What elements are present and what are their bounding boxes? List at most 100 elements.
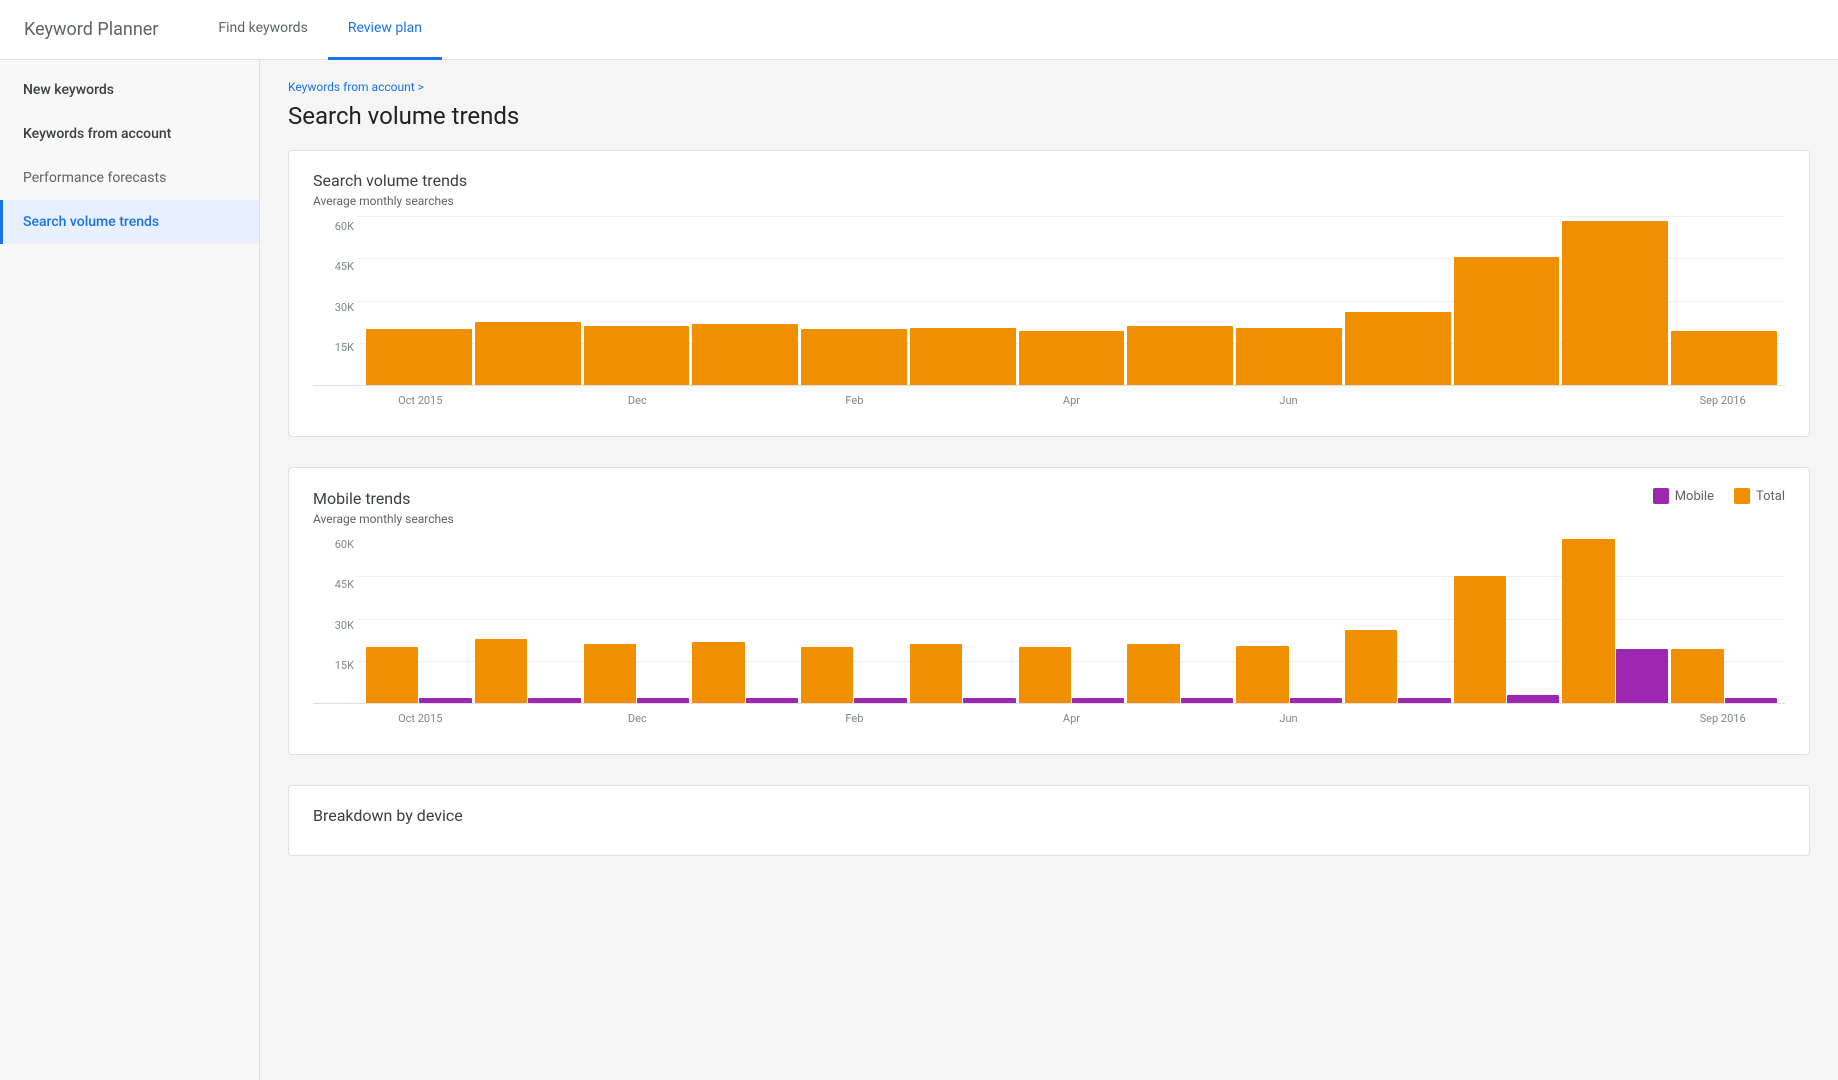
sidebar-item-keywords-from-account[interactable]: Keywords from account <box>0 112 259 156</box>
bar-group-7 <box>1127 216 1233 385</box>
mobile-y-label-45k: 45K <box>318 578 354 591</box>
sidebar-item-new-keywords[interactable]: New keywords <box>0 68 259 112</box>
mobile-bar-pair-12 <box>1671 534 1777 703</box>
mobile-x-blank1 <box>475 712 584 725</box>
mobile-x-jun: Jun <box>1234 712 1343 725</box>
mobile-bar-group-6 <box>1019 534 1125 703</box>
bar-group-2 <box>584 216 690 385</box>
mobile-y-label-30k: 30K <box>318 619 354 632</box>
mobile-bar-orange-0 <box>366 647 418 703</box>
mobile-x-blank7 <box>1560 712 1669 725</box>
mobile-bar-orange-10 <box>1454 576 1506 703</box>
mobile-x-blank3 <box>909 712 1018 725</box>
bar-7 <box>1127 326 1233 385</box>
tab-find-keywords[interactable]: Find keywords <box>198 0 327 60</box>
mobile-bar-purple-11 <box>1616 649 1668 703</box>
mobile-bar-pair-6 <box>1019 534 1125 703</box>
mobile-axis-label: Average monthly searches <box>313 512 1785 526</box>
bar-group-11 <box>1562 216 1668 385</box>
mobile-bar-group-4 <box>801 534 907 703</box>
search-volume-bars <box>358 216 1785 385</box>
mobile-bar-purple-8 <box>1290 698 1342 703</box>
mobile-bar-purple-2 <box>637 698 689 703</box>
bar-8 <box>1236 328 1342 385</box>
x-label-blank6 <box>1451 394 1560 407</box>
x-label-blank1 <box>475 394 584 407</box>
bar-10 <box>1454 257 1560 385</box>
mobile-bar-orange-7 <box>1127 644 1179 703</box>
mobile-y-labels: 60K 45K 30K 15K <box>314 534 358 703</box>
mobile-bar-purple-9 <box>1398 698 1450 703</box>
mobile-bar-group-2 <box>584 534 690 703</box>
mobile-x-blank4 <box>1126 712 1235 725</box>
mobile-x-blank6 <box>1451 712 1560 725</box>
tab-review-plan[interactable]: Review plan <box>328 0 442 60</box>
mobile-x-sep2016: Sep 2016 <box>1668 712 1777 725</box>
x-label-blank4 <box>1126 394 1235 407</box>
mobile-trends-chart-card: Mobile trends Mobile Total Average month… <box>288 467 1810 755</box>
mobile-bar-orange-8 <box>1236 646 1288 703</box>
mobile-bar-pair-8 <box>1236 534 1342 703</box>
mobile-bar-group-8 <box>1236 534 1342 703</box>
legend-mobile-dot <box>1653 488 1669 504</box>
mobile-bar-group-10 <box>1454 534 1560 703</box>
mobile-x-blank2 <box>692 712 801 725</box>
mobile-bar-group-12 <box>1671 534 1777 703</box>
bar-group-4 <box>801 216 907 385</box>
nav-tabs: Find keywords Review plan <box>198 0 442 60</box>
legend-total: Total <box>1734 488 1785 504</box>
mobile-bar-pair-3 <box>692 534 798 703</box>
bar-group-8 <box>1236 216 1342 385</box>
mobile-chart-header: Mobile trends Mobile Total <box>313 488 1785 512</box>
bar-9 <box>1345 312 1451 385</box>
mobile-bar-pair-0 <box>366 534 472 703</box>
bar-group-1 <box>475 216 581 385</box>
mobile-bar-orange-2 <box>584 644 636 703</box>
x-label-blank7 <box>1560 394 1669 407</box>
sidebar: New keywords Keywords from account Perfo… <box>0 60 260 1080</box>
mobile-bar-purple-7 <box>1181 698 1233 703</box>
bar-5 <box>910 328 1016 385</box>
mobile-bar-pair-10 <box>1454 534 1560 703</box>
mobile-bar-orange-9 <box>1345 630 1397 703</box>
sidebar-item-performance-forecasts[interactable]: Performance forecasts <box>0 156 259 200</box>
mobile-bar-purple-12 <box>1725 698 1777 703</box>
legend-total-dot <box>1734 488 1750 504</box>
x-label-jun: Jun <box>1234 394 1343 407</box>
mobile-bars <box>358 534 1785 703</box>
breadcrumb-parent[interactable]: Keywords from account <box>288 80 415 94</box>
y-label-15k: 15K <box>318 341 354 354</box>
bar-4 <box>801 329 907 385</box>
mobile-bar-orange-12 <box>1671 649 1723 703</box>
mobile-bar-orange-4 <box>801 647 853 703</box>
mobile-bar-purple-10 <box>1507 695 1559 703</box>
mobile-x-feb: Feb <box>800 712 909 725</box>
search-volume-axis-label: Average monthly searches <box>313 194 1785 208</box>
x-label-oct2015: Oct 2015 <box>366 394 475 407</box>
search-volume-x-labels: Oct 2015 Dec Feb Apr Jun Sep 2016 <box>358 394 1785 407</box>
y-label-30k: 30K <box>318 301 354 314</box>
mobile-bar-group-7 <box>1127 534 1233 703</box>
main-layout: New keywords Keywords from account Perfo… <box>0 60 1838 1080</box>
breakdown-device-title: Breakdown by device <box>313 806 1785 825</box>
mobile-bar-purple-0 <box>419 698 471 703</box>
mobile-x-blank5 <box>1343 712 1452 725</box>
bar-6 <box>1019 331 1125 385</box>
mobile-bar-purple-1 <box>528 698 580 703</box>
legend-mobile: Mobile <box>1653 488 1714 504</box>
page-title: Search volume trends <box>288 102 1810 130</box>
mobile-bar-pair-2 <box>584 534 690 703</box>
legend-mobile-label: Mobile <box>1675 489 1714 504</box>
mobile-trends-chart-title: Mobile trends <box>313 489 410 508</box>
mobile-bar-purple-4 <box>854 698 906 703</box>
mobile-x-oct2015: Oct 2015 <box>366 712 475 725</box>
bar-group-10 <box>1454 216 1560 385</box>
y-label-60k: 60K <box>318 220 354 233</box>
bar-1 <box>475 322 581 385</box>
bar-2 <box>584 326 690 385</box>
mobile-bar-group-3 <box>692 534 798 703</box>
breakdown-device-card: Breakdown by device <box>288 785 1810 856</box>
legend-total-label: Total <box>1756 489 1785 504</box>
bar-group-3 <box>692 216 798 385</box>
sidebar-item-search-volume-trends[interactable]: Search volume trends <box>0 200 259 244</box>
